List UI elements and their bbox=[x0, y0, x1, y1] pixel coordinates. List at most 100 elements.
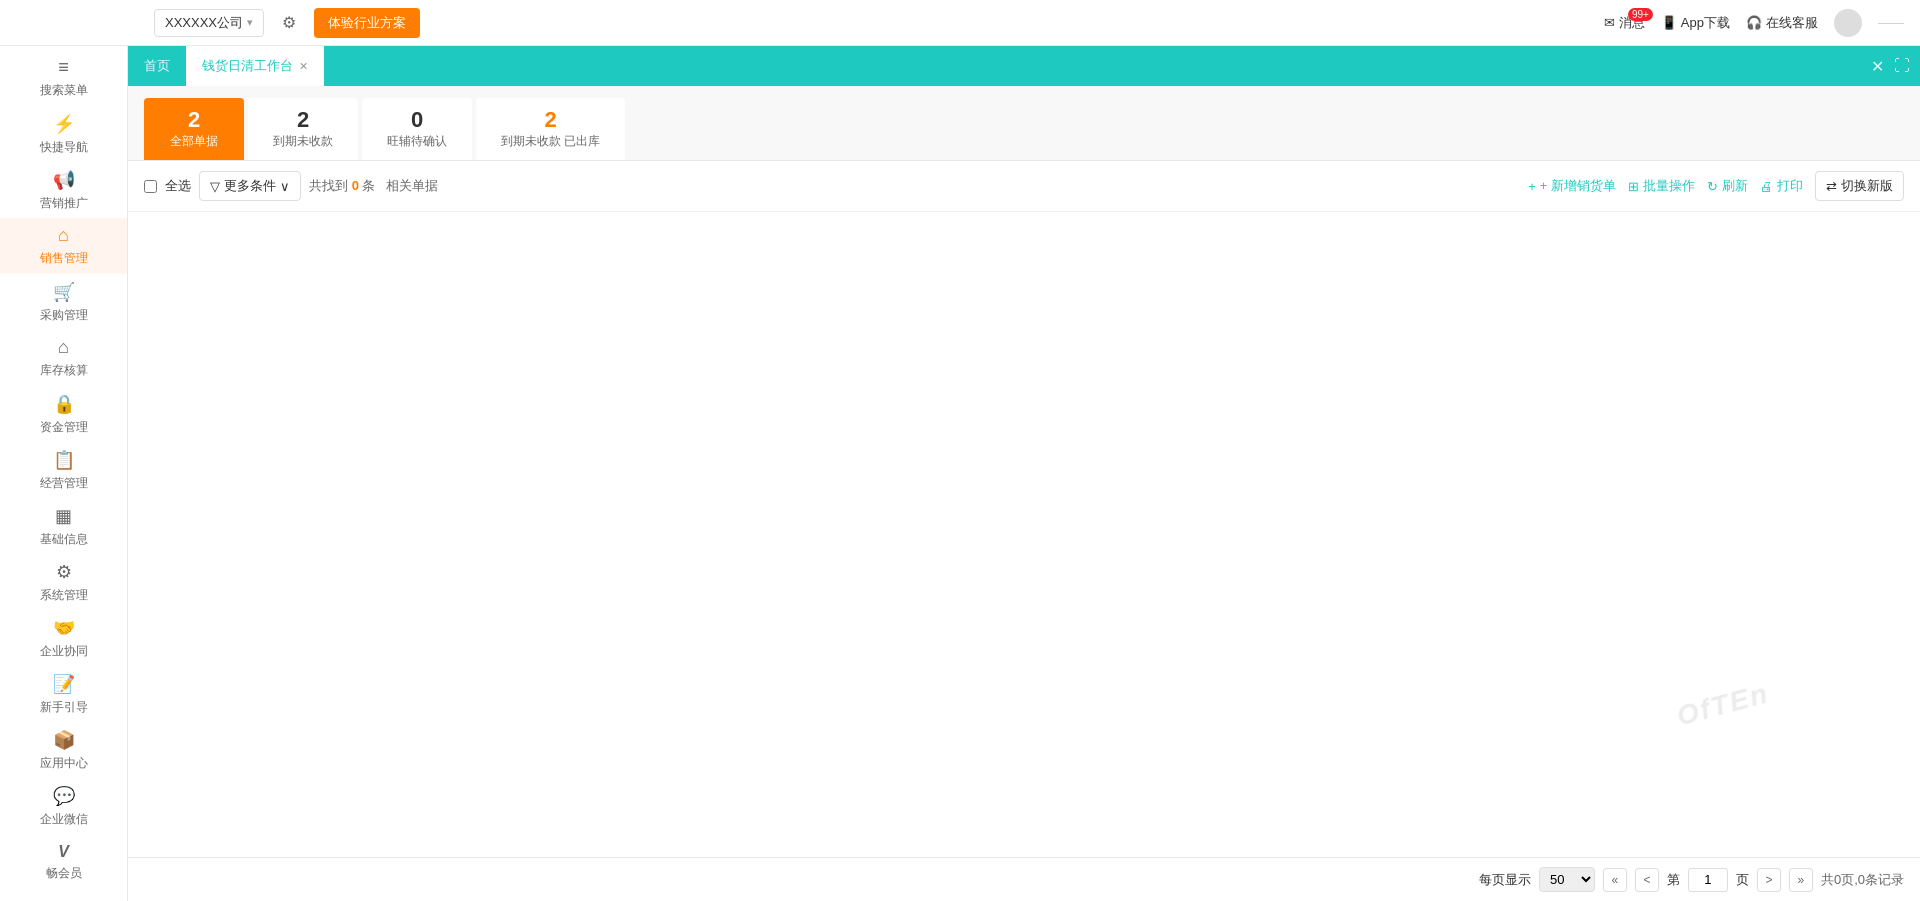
search-menu-icon: ≡ bbox=[58, 57, 69, 78]
toolbar-left: 全选 ▽ 更多条件 ∨ 共找到 0 条 相关单据 bbox=[144, 171, 438, 201]
app-download-icon: 📱 bbox=[1661, 15, 1677, 30]
sidebar-item-capital[interactable]: 🔒 资金管理 bbox=[0, 386, 127, 442]
print-button[interactable]: 🖨 打印 bbox=[1760, 177, 1803, 195]
tab-bar: 首页 钱货日清工作台 ✕ ✕ ⛶ bbox=[128, 46, 1920, 86]
sidebar-item-inventory[interactable]: ⌂ 库存核算 bbox=[0, 330, 127, 386]
select-all-checkbox[interactable] bbox=[144, 180, 157, 193]
batch-operations-button[interactable]: ⊞ 批量操作 bbox=[1628, 177, 1695, 195]
refresh-button[interactable]: ↻ 刷新 bbox=[1707, 177, 1748, 195]
purchase-icon: 🛒 bbox=[53, 281, 75, 303]
settings-icon: ⚙ bbox=[282, 13, 296, 32]
avatar[interactable] bbox=[1834, 9, 1862, 37]
online-service-button[interactable]: 🎧 在线客服 bbox=[1746, 14, 1818, 32]
messages-icon: ✉ bbox=[1604, 15, 1615, 30]
sidebar-label-quick-nav: 快捷导航 bbox=[40, 139, 88, 156]
sidebar-item-quick-nav[interactable]: ⚡ 快捷导航 bbox=[0, 106, 127, 162]
sidebar-label-inventory: 库存核算 bbox=[40, 362, 88, 379]
page-label-end: 页 bbox=[1736, 871, 1749, 889]
avatar-name[interactable]: —— bbox=[1878, 15, 1904, 30]
toolbar-right: + + 新增销货单 ⊞ 批量操作 ↻ 刷新 🖨 打印 ⇄ 切换新版 bbox=[1528, 171, 1904, 201]
per-page-select[interactable]: 50 10 20 100 bbox=[1539, 867, 1595, 892]
messages-button[interactable]: ✉ 消息 99+ bbox=[1604, 14, 1645, 32]
sidebar-item-enterprise[interactable]: 🤝 企业协同 bbox=[0, 610, 127, 666]
sidebar-item-search-menu[interactable]: ≡ 搜索菜单 bbox=[0, 50, 127, 106]
filter-tab-overdue-count: 2 bbox=[297, 107, 309, 133]
content-area: 2 全部单据 2 到期未收款 0 旺辅待确认 2 到期未收款 已出库 全选 bbox=[128, 86, 1920, 901]
sidebar-label-app-center: 应用中心 bbox=[40, 755, 88, 772]
filter-tab-overdue-label: 到期未收款 bbox=[273, 133, 333, 150]
add-btn-label: + 新增销货单 bbox=[1540, 177, 1616, 195]
tab-expand-icon[interactable]: ⛶ bbox=[1894, 57, 1910, 75]
filter-tab-wangpu-label: 旺辅待确认 bbox=[387, 133, 447, 150]
quick-nav-icon: ⚡ bbox=[53, 113, 75, 135]
sidebar-item-app-center[interactable]: 📦 应用中心 bbox=[0, 722, 127, 778]
sidebar-item-guide[interactable]: 📝 新手引导 bbox=[0, 666, 127, 722]
messages-badge: 99+ bbox=[1628, 8, 1653, 21]
switch-label: 切换新版 bbox=[1841, 177, 1893, 195]
first-page-button[interactable]: « bbox=[1603, 868, 1627, 892]
app-center-icon: 📦 bbox=[53, 729, 75, 751]
settings-button[interactable]: ⚙ bbox=[274, 8, 304, 38]
sidebar-item-operations[interactable]: 📋 经营管理 bbox=[0, 442, 127, 498]
filter-arrow-icon: ∨ bbox=[280, 179, 290, 194]
sidebar-label-search-menu: 搜索菜单 bbox=[40, 82, 88, 99]
add-sales-order-button[interactable]: + + 新增销货单 bbox=[1528, 177, 1616, 195]
switch-version-button[interactable]: ⇄ 切换新版 bbox=[1815, 171, 1904, 201]
basic-info-icon: ▦ bbox=[55, 505, 72, 527]
toolbar: 全选 ▽ 更多条件 ∨ 共找到 0 条 相关单据 + + 新增销货单 bbox=[128, 161, 1920, 212]
enterprise-icon: 🤝 bbox=[53, 617, 75, 639]
refresh-label: 刷新 bbox=[1722, 177, 1748, 195]
more-filters-button[interactable]: ▽ 更多条件 ∨ bbox=[199, 171, 301, 201]
select-all-label: 全选 bbox=[165, 177, 191, 195]
sidebar-label-enterprise-wechat: 企业微信 bbox=[40, 811, 88, 828]
sidebar-item-basic-info[interactable]: ▦ 基础信息 bbox=[0, 498, 127, 554]
sidebar-item-sales[interactable]: ⌂ 销售管理 bbox=[0, 218, 127, 274]
filter-tab-overdue[interactable]: 2 到期未收款 bbox=[248, 98, 358, 160]
sidebar-label-sales: 销售管理 bbox=[40, 250, 88, 267]
sidebar-nav: ≡ 搜索菜单 ⚡ 快捷导航 📢 营销推广 ⌂ 销售管理 🛒 采购管理 ⌂ 库存核… bbox=[0, 46, 127, 901]
sidebar-label-member: 畅会员 bbox=[46, 865, 82, 882]
tab-close-all-icon[interactable]: ✕ bbox=[1871, 57, 1884, 76]
company-dropdown-arrow: ▾ bbox=[247, 16, 253, 29]
sales-icon: ⌂ bbox=[58, 225, 69, 246]
sidebar-label-purchase: 采购管理 bbox=[40, 307, 88, 324]
next-page-button[interactable]: > bbox=[1757, 868, 1781, 892]
filter-tab-wangpu[interactable]: 0 旺辅待确认 bbox=[362, 98, 472, 160]
online-service-icon: 🎧 bbox=[1746, 15, 1762, 30]
company-selector[interactable]: XXXXXX公司 ▾ bbox=[154, 9, 264, 37]
sidebar-label-system: 系统管理 bbox=[40, 587, 88, 604]
system-icon: ⚙ bbox=[56, 561, 72, 583]
experience-button[interactable]: 体验行业方案 bbox=[314, 8, 420, 38]
tab-money-work[interactable]: 钱货日清工作台 ✕ bbox=[186, 46, 324, 86]
sidebar-label-guide: 新手引导 bbox=[40, 699, 88, 716]
sidebar-item-marketing[interactable]: 📢 营销推广 bbox=[0, 162, 127, 218]
related-label: 相关单据 bbox=[386, 178, 438, 193]
header-right: ✉ 消息 99+ 📱 App下载 🎧 在线客服 —— bbox=[1604, 9, 1904, 37]
sidebar-label-marketing: 营销推广 bbox=[40, 195, 88, 212]
member-icon: V bbox=[58, 843, 69, 861]
app-download-button[interactable]: 📱 App下载 bbox=[1661, 14, 1730, 32]
main-content: 2 全部单据 2 到期未收款 0 旺辅待确认 2 到期未收款 已出库 全选 bbox=[128, 86, 1920, 901]
filter-tab-overdue-shipped[interactable]: 2 到期未收款 已出库 bbox=[476, 98, 625, 160]
prev-page-button[interactable]: < bbox=[1635, 868, 1659, 892]
filter-tab-overdue-shipped-count: 2 bbox=[545, 107, 557, 133]
filter-tabs: 2 全部单据 2 到期未收款 0 旺辅待确认 2 到期未收款 已出库 bbox=[128, 86, 1920, 161]
total-info: 共0页,0条记录 bbox=[1821, 871, 1904, 889]
enterprise-wechat-icon: 💬 bbox=[53, 785, 75, 807]
online-service-label: 在线客服 bbox=[1766, 14, 1818, 32]
filter-tab-all[interactable]: 2 全部单据 bbox=[144, 98, 244, 160]
tab-home-label: 首页 bbox=[144, 57, 170, 75]
tab-money-work-label: 钱货日清工作台 bbox=[202, 57, 293, 75]
page-number-input[interactable] bbox=[1688, 868, 1728, 892]
refresh-icon: ↻ bbox=[1707, 179, 1718, 194]
sidebar-item-enterprise-wechat[interactable]: 💬 企业微信 bbox=[0, 778, 127, 834]
sidebar-item-system[interactable]: ⚙ 系统管理 bbox=[0, 554, 127, 610]
tab-home[interactable]: 首页 bbox=[128, 46, 186, 86]
sidebar: 6 畅捷通好生意 标准版 ≡ 搜索菜单 ⚡ 快捷导航 📢 营销推广 ⌂ 销售管理 bbox=[0, 0, 128, 901]
company-name: XXXXXX公司 bbox=[165, 14, 243, 32]
sidebar-item-purchase[interactable]: 🛒 采购管理 bbox=[0, 274, 127, 330]
sidebar-item-member[interactable]: V 畅会员 bbox=[0, 834, 127, 890]
last-page-button[interactable]: » bbox=[1789, 868, 1813, 892]
tab-close-icon[interactable]: ✕ bbox=[299, 60, 308, 73]
app-download-label: App下载 bbox=[1681, 14, 1730, 32]
